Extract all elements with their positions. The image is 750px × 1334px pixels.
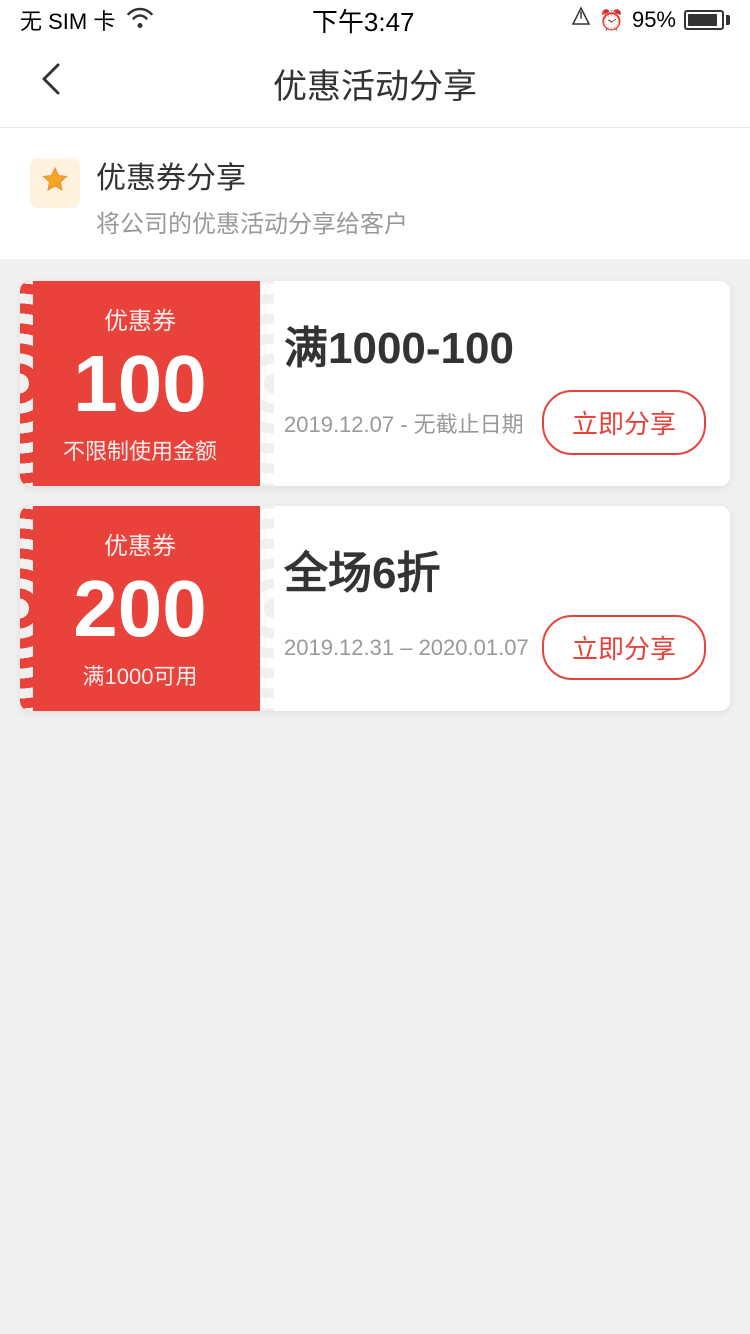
section-text: 优惠券分享 将公司的优惠活动分享给客户 [96,158,408,239]
coupon-date-1: 2019.12.07 - 无截止日期 [284,407,532,439]
coupon-value-1: 100 [73,344,206,424]
coupon-value-2: 200 [73,569,206,649]
coupon-bottom-2: 2019.12.31 – 2020.01.07 立即分享 [284,615,706,680]
battery-percent: 95% [632,7,676,33]
coupon-right-1: 满1000-100 2019.12.07 - 无截止日期 立即分享 [260,281,730,486]
coupon-type-label-2: 优惠券 [104,526,176,561]
coupon-left-1: 优惠券 100 不限制使用金额 [20,281,260,486]
coupon-right-2: 全场6折 2019.12.31 – 2020.01.07 立即分享 [260,506,730,711]
share-button-1[interactable]: 立即分享 [542,390,706,455]
coupon-list: 优惠券 100 不限制使用金额 满1000-100 2019.12.07 - 无… [0,261,750,731]
battery-icon [684,10,730,30]
coupon-card: 优惠券 100 不限制使用金额 满1000-100 2019.12.07 - 无… [20,281,730,486]
wifi-icon [125,6,155,34]
coupon-bottom-1: 2019.12.07 - 无截止日期 立即分享 [284,390,706,455]
share-button-2[interactable]: 立即分享 [542,615,706,680]
status-left: 无 SIM 卡 [20,4,155,36]
coupon-card-2: 优惠券 200 满1000可用 全场6折 2019.12.31 – 2020.0… [20,506,730,711]
section-description: 将公司的优惠活动分享给客户 [96,204,408,239]
section-header: 优惠券分享 将公司的优惠活动分享给客户 [0,128,750,259]
coupon-date-2: 2019.12.31 – 2020.01.07 [284,635,532,661]
nav-bar: 优惠活动分享 [0,40,750,128]
coupon-name-2: 全场6折 [284,537,706,601]
carrier-label: 无 SIM 卡 [20,4,115,36]
coupon-condition-1: 不限制使用金额 [63,434,217,466]
status-time: 下午3:47 [312,2,415,39]
section-title: 优惠券分享 [96,158,408,200]
coupon-share-icon [30,158,80,208]
status-right: ⏰ 95% [571,6,730,34]
back-button[interactable] [30,51,72,116]
status-bar: 无 SIM 卡 下午3:47 ⏰ 95% [0,0,750,40]
empty-area [0,731,750,1331]
coupon-condition-2: 满1000可用 [83,659,198,691]
coupon-left-2: 优惠券 200 满1000可用 [20,506,260,711]
page-title: 优惠活动分享 [273,59,477,108]
coupon-type-label-1: 优惠券 [104,301,176,336]
alarm-icon: ⏰ [599,8,624,33]
location-icon [571,6,591,34]
coupon-name-1: 满1000-100 [284,312,706,376]
